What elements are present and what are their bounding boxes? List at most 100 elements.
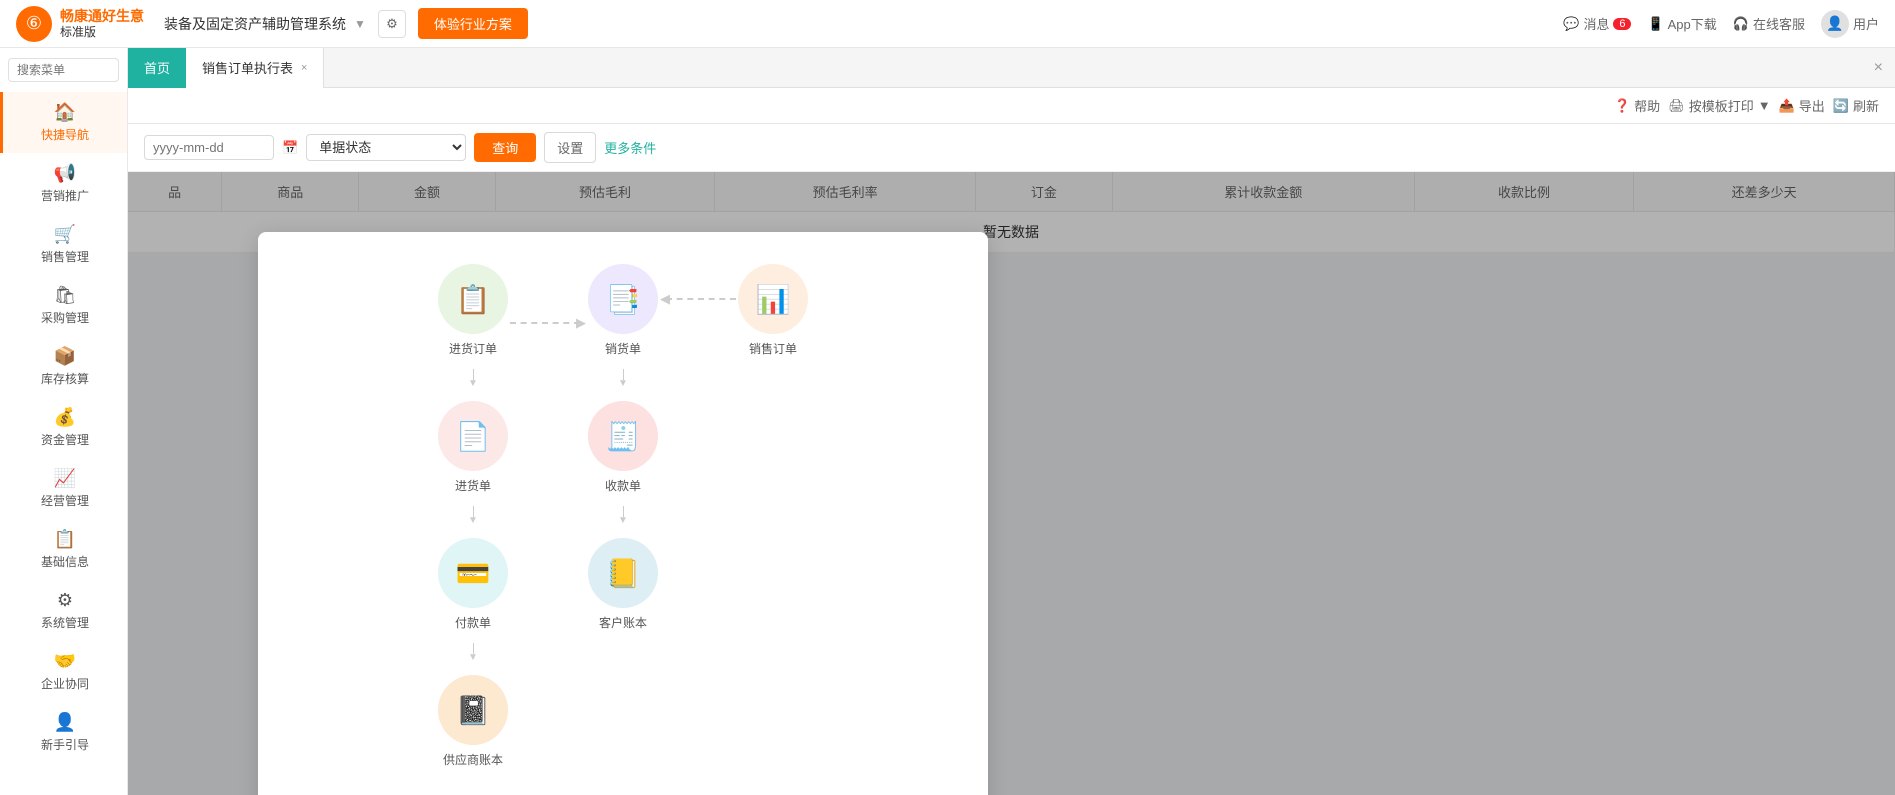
export-icon: 📤 (1779, 98, 1795, 114)
dropdown-arrow-icon[interactable]: ▼ (354, 17, 366, 31)
logo-sub: 标准版 (60, 25, 144, 41)
sidebar-label-enterprise: 企业协同 (41, 675, 89, 692)
query-button[interactable]: 查询 (474, 133, 536, 162)
arrow-down-4: ▼ (618, 369, 628, 389)
tab-close-icon[interactable]: × (301, 62, 307, 74)
content-area: 首页 销售订单执行表 × × ❓ 帮助 🖨 按模板打印 ▼ (128, 48, 1895, 795)
sidebar-search-area (0, 48, 127, 92)
tab-label: 销售订单执行表 (202, 58, 293, 77)
sidebar-item-finance[interactable]: 💰 资金管理 (0, 397, 127, 458)
online-service-button[interactable]: 🎧 在线客服 (1733, 14, 1805, 33)
customer-ledger-label: 客户账本 (599, 614, 647, 631)
help-label: 帮助 (1634, 96, 1660, 115)
sidebar-item-sales[interactable]: 🛒 销售管理 (0, 214, 127, 275)
system-icon: ⚙ (57, 590, 73, 611)
payment-circle: 💳 (438, 538, 508, 608)
arrow-down-1: ▼ (468, 369, 478, 389)
calendar-icon[interactable]: 📅 (282, 140, 298, 156)
purchase-bill-circle: 📄 (438, 401, 508, 471)
customer-ledger-circle: 📒 (588, 538, 658, 608)
print-icon: 🖨 (1668, 98, 1685, 114)
sidebar-label-newbie: 新手引导 (41, 736, 89, 753)
status-select[interactable]: 单据状态 (306, 134, 466, 161)
purchase-bill-label: 进货单 (455, 477, 491, 494)
sidebar-item-system[interactable]: ⚙ 系统管理 (0, 580, 127, 641)
flow-diagram: 📋 进货订单 ▼ (290, 264, 956, 792)
flow-node-sales-order[interactable]: 📊 销售订单 (738, 264, 808, 357)
sidebar-item-purchase[interactable]: 🛍 采购管理 (0, 275, 127, 336)
flow-node-purchase-bill[interactable]: 📄 进货单 (438, 401, 508, 494)
sidebar-label-purchase: 采购管理 (41, 309, 89, 326)
payment-icon: 💳 (456, 557, 491, 590)
h-arrow-2: ◀ (660, 264, 736, 334)
close-all-button[interactable]: × (1862, 59, 1895, 77)
flow-node-purchase-order[interactable]: 📋 进货订单 (438, 264, 508, 357)
search-input[interactable] (8, 58, 119, 82)
sidebar-label-operations: 经营管理 (41, 492, 89, 509)
operations-icon: 📈 (54, 468, 76, 489)
tab-bar: 首页 销售订单执行表 × × (128, 48, 1895, 88)
finance-icon: 💰 (54, 407, 76, 428)
quick-nav-modal: 📋 进货订单 ▼ (258, 232, 988, 795)
arrow-down-2: ▼ (468, 506, 478, 526)
avatar: 👤 (1821, 10, 1849, 38)
newbie-icon: 👤 (54, 712, 76, 733)
sidebar-item-basic[interactable]: 📋 基础信息 (0, 519, 127, 580)
sidebar-item-newbie[interactable]: 👤 新手引导 (0, 702, 127, 763)
purchase-order-icon: 📋 (456, 283, 491, 316)
more-conditions-button[interactable]: 更多条件 (604, 138, 656, 157)
sidebar-item-marketing[interactable]: 📢 营销推广 (0, 153, 127, 214)
help-button[interactable]: ❓ 帮助 (1614, 96, 1660, 115)
tab-sales-order[interactable]: 销售订单执行表 × (186, 48, 324, 88)
message-icon: 💬 (1563, 16, 1579, 32)
refresh-label: 刷新 (1853, 96, 1879, 115)
sidebar-item-enterprise[interactable]: 🤝 企业协同 (0, 641, 127, 702)
flow-node-customer-ledger[interactable]: 📒 客户账本 (588, 538, 658, 631)
sales-order-col: 📊 销售订单 (738, 264, 808, 357)
refresh-icon: 🔄 (1833, 98, 1849, 114)
page-toolbar: ❓ 帮助 🖨 按模板打印 ▼ 📤 导出 🔄 刷新 (128, 88, 1895, 124)
sales-bill-label: 销货单 (605, 340, 641, 357)
print-label: 按模板打印 (1689, 96, 1754, 115)
export-button[interactable]: 📤 导出 (1779, 96, 1825, 115)
message-button[interactable]: 💬 消息 6 (1563, 14, 1631, 33)
tab-home[interactable]: 首页 (128, 48, 186, 88)
h-arrow-1: ▶ (510, 288, 586, 358)
receipt-circle: 🧾 (588, 401, 658, 471)
app-download-button[interactable]: 📱 App下载 (1647, 14, 1716, 33)
flow-node-payment[interactable]: 💳 付款单 (438, 538, 508, 631)
date-from-input[interactable] (144, 135, 274, 160)
flow-node-supplier-ledger[interactable]: 📓 供应商账本 (438, 675, 508, 768)
flow-node-sales-bill[interactable]: 📑 销货单 (588, 264, 658, 357)
supplier-ledger-circle: 📓 (438, 675, 508, 745)
sidebar-item-inventory[interactable]: 📦 库存核算 (0, 336, 127, 397)
trial-button[interactable]: 体验行业方案 (418, 8, 528, 39)
print-button[interactable]: 🖨 按模板打印 ▼ (1668, 96, 1770, 115)
filter-bar: 📅 单据状态 查询 设置 更多条件 (128, 124, 1895, 172)
sidebar-item-quick-nav[interactable]: 🏠 快捷导航 (0, 92, 127, 153)
flow-node-receipt[interactable]: 🧾 收款单 (588, 401, 658, 494)
sidebar-label-quick-nav: 快捷导航 (41, 126, 89, 143)
receipt-label: 收款单 (605, 477, 641, 494)
help-icon: ❓ (1614, 98, 1630, 114)
service-icon: 🎧 (1733, 16, 1749, 32)
sidebar-label-system: 系统管理 (41, 614, 89, 631)
right-arrows: ◀ (658, 264, 738, 334)
refresh-button[interactable]: 🔄 刷新 (1833, 96, 1879, 115)
sidebar-item-operations[interactable]: 📈 经营管理 (0, 458, 127, 519)
purchase-bill-icon: 📄 (456, 420, 491, 453)
logo-area: ⑥ 畅康通好生意 标准版 (16, 6, 144, 42)
sidebar-label-inventory: 库存核算 (41, 370, 89, 387)
receipt-icon: 🧾 (606, 420, 641, 453)
page-content: 品 商品 金额 预估毛利 预估毛利率 订金 累计收款金额 收款比例 还差多少天 (128, 172, 1895, 795)
download-icon: 📱 (1647, 16, 1663, 32)
enterprise-icon: 🤝 (54, 651, 76, 672)
settings-icon[interactable]: ⚙ (378, 10, 406, 38)
online-service-label: 在线客服 (1753, 14, 1805, 33)
settings-button[interactable]: 设置 (544, 132, 596, 163)
sidebar-label-sales: 销售管理 (41, 248, 89, 265)
sales-order-circle: 📊 (738, 264, 808, 334)
app-download-label: App下载 (1668, 14, 1717, 33)
purchase-order-circle: 📋 (438, 264, 508, 334)
user-button[interactable]: 👤 用户 (1821, 10, 1879, 38)
